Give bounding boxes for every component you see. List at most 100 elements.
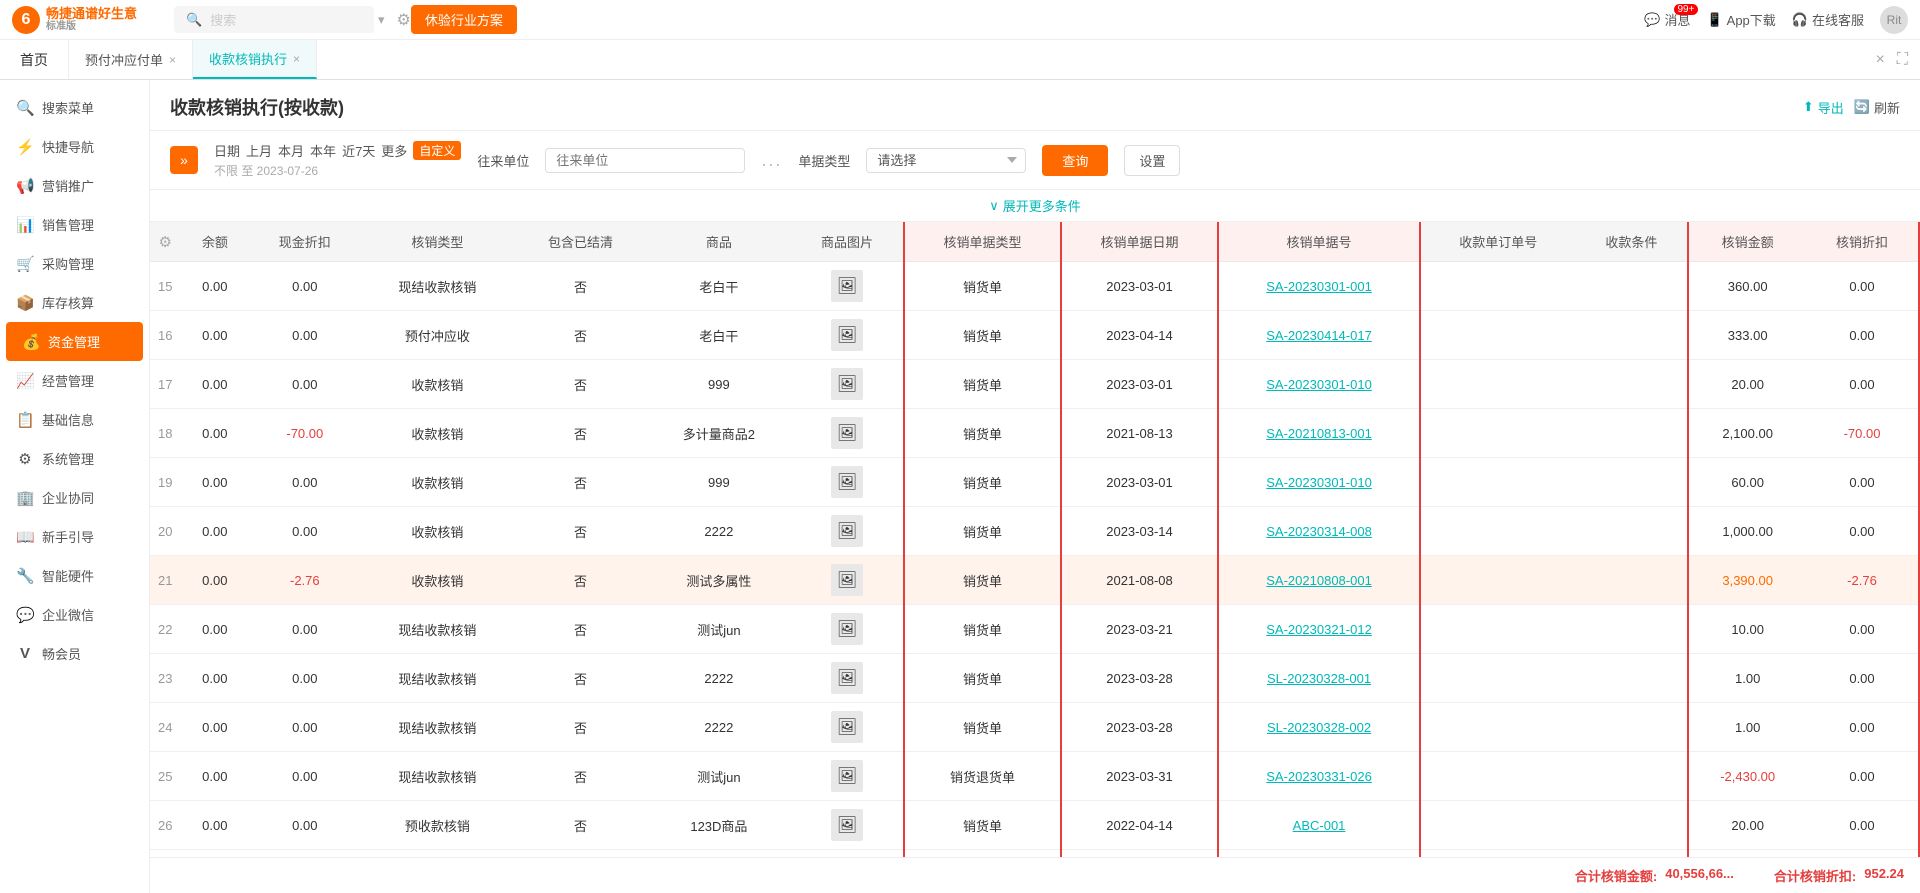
cell-doc-no[interactable]: SA-20230301-010 [1218, 458, 1420, 507]
cell-doc-no[interactable]: ABC-001 [1218, 801, 1420, 850]
sidebar-item-hardware[interactable]: 🔧 智能硬件 [0, 556, 149, 595]
cell-doc-no[interactable]: SA-20230301-001 [1218, 262, 1420, 311]
doc-no-link[interactable]: SL-20230328-002 [1267, 720, 1371, 735]
sidebar-item-purchase[interactable]: 🛒 采购管理 [0, 244, 149, 283]
sidebar-item-label: 搜索菜单 [42, 98, 94, 117]
tab-prepay-close[interactable]: × [169, 53, 176, 67]
sidebar-item-operations[interactable]: 📈 经营管理 [0, 361, 149, 400]
filter-expand-btn[interactable]: ∨ 展开更多条件 [983, 190, 1087, 221]
cell-doc-no[interactable]: SL-20230408-001 [1218, 850, 1420, 858]
column-settings-icon[interactable]: ⚙ [159, 234, 172, 251]
doc-no-link[interactable]: SA-20210808-001 [1266, 573, 1372, 588]
date-btn-7days[interactable]: 近7天 [342, 141, 375, 160]
doc-no-link[interactable]: SA-20230301-010 [1266, 377, 1372, 392]
cell-doc-no[interactable]: SA-20230331-026 [1218, 752, 1420, 801]
cell-balance: 0.00 [180, 801, 249, 850]
cell-verify-type: 收款核销 [360, 458, 514, 507]
cell-doc-date: 2023-03-01 [1061, 458, 1218, 507]
table-row: 19 0.00 0.00 收款核销 否 999 🖼 销货单 2023-03-01… [150, 458, 1919, 507]
sidebar-item-marketing[interactable]: 📢 营销推广 [0, 166, 149, 205]
filter-bar: » 日期 上月 本月 本年 近7天 更多 自定义 不限 至 2023-07-26… [150, 131, 1920, 190]
industry-btn[interactable]: 休验行业方案 [411, 5, 517, 34]
doc-no-link[interactable]: SA-20230301-001 [1266, 279, 1372, 294]
cell-doc-no[interactable]: SL-20230328-001 [1218, 654, 1420, 703]
sidebar-item-label: 新手引导 [42, 527, 94, 546]
cell-goods-image: 🖼 [791, 262, 904, 311]
query-button[interactable]: 查询 [1042, 145, 1108, 176]
table-row: 27 0.00 0.00 现结收款核销 否 衣服00001 🖼 销货单 2023… [150, 850, 1919, 858]
date-btn-this-year[interactable]: 本年 [310, 141, 336, 160]
doc-no-link[interactable]: SL-20230328-001 [1267, 671, 1371, 686]
search-box[interactable]: 🔍 搜索 [174, 6, 374, 33]
close-window-icon[interactable]: × [1875, 51, 1884, 69]
cell-index: 26 [150, 801, 180, 850]
cell-goods-image: 🖼 [791, 409, 904, 458]
refresh-button[interactable]: 🔄 刷新 [1854, 98, 1900, 117]
maximize-icon[interactable]: ⛶ [1897, 51, 1908, 69]
doc-no-link[interactable]: SA-20230331-026 [1266, 769, 1372, 784]
cell-goods-image: 🖼 [791, 605, 904, 654]
tab-home[interactable]: 首页 [0, 40, 69, 79]
online-service-item[interactable]: 🎧 在线客服 [1792, 10, 1864, 29]
doc-no-link[interactable]: SA-20230414-017 [1266, 328, 1372, 343]
cell-doc-no[interactable]: SA-20210813-001 [1218, 409, 1420, 458]
sidebar-item-basic[interactable]: 📋 基础信息 [0, 400, 149, 439]
table-row: 25 0.00 0.00 现结收款核销 否 测试jun 🖼 销货退货单 2023… [150, 752, 1919, 801]
tab-prepay[interactable]: 预付冲应付单 × [69, 40, 193, 79]
cell-doc-no[interactable]: SL-20230328-002 [1218, 703, 1420, 752]
export-button[interactable]: ⬆ 导出 [1803, 98, 1844, 117]
message-item[interactable]: 💬 消息 99+ [1644, 10, 1690, 29]
system-icon: ⚙ [16, 450, 34, 468]
setting-button[interactable]: 设置 [1124, 145, 1180, 176]
sidebar-item-member[interactable]: V 畅会员 [0, 634, 149, 673]
tab-verify[interactable]: 收款核销执行 × [193, 40, 317, 79]
doc-no-link[interactable]: SA-20230301-010 [1266, 475, 1372, 490]
cell-doc-no[interactable]: SA-20230321-012 [1218, 605, 1420, 654]
footer-amount-value: 40,556,66... [1665, 866, 1734, 885]
date-btn-this-month[interactable]: 本月 [278, 141, 304, 160]
cell-goods-image: 🖼 [791, 360, 904, 409]
app-download-item[interactable]: 📱 App下载 [1706, 10, 1775, 29]
doc-no-link[interactable]: SA-20230314-008 [1266, 524, 1372, 539]
date-label: 日期 [214, 141, 240, 160]
cell-include-settled: 否 [514, 801, 647, 850]
sidebar-item-finance[interactable]: 💰 资金管理 [6, 322, 143, 361]
filter-toggle-btn[interactable]: » [170, 146, 198, 174]
sidebar-item-sales[interactable]: 📊 销售管理 [0, 205, 149, 244]
sidebar-item-guide[interactable]: 📖 新手引导 [0, 517, 149, 556]
cell-doc-no[interactable]: SA-20230414-017 [1218, 311, 1420, 360]
sidebar-item-search[interactable]: 🔍 搜索菜单 [0, 88, 149, 127]
sidebar-item-system[interactable]: ⚙ 系统管理 [0, 439, 149, 478]
doc-no-link[interactable]: SA-20230321-012 [1266, 622, 1372, 637]
cell-goods: 衣服00001 [647, 850, 791, 858]
doc-no-link[interactable]: ABC-001 [1293, 818, 1346, 833]
sidebar-item-quicknav[interactable]: ⚡ 快捷导航 [0, 127, 149, 166]
cell-doc-date: 2023-03-01 [1061, 262, 1218, 311]
cell-payment-terms [1575, 556, 1688, 605]
table-row: 26 0.00 0.00 预收款核销 否 123D商品 🖼 销货单 2022-0… [150, 801, 1919, 850]
cell-balance: 0.00 [180, 360, 249, 409]
th-goods-image: 商品图片 [791, 222, 904, 262]
logo-icon: 6 [12, 6, 40, 34]
cell-goods-image: 🖼 [791, 458, 904, 507]
from-unit-input[interactable] [545, 148, 745, 173]
date-btn-last-month[interactable]: 上月 [246, 141, 272, 160]
sidebar: 🔍 搜索菜单 ⚡ 快捷导航 📢 营销推广 📊 销售管理 🛒 采购管理 📦 库存核… [0, 80, 150, 893]
user-avatar[interactable]: Rit [1880, 6, 1908, 34]
doc-no-link[interactable]: SA-20210813-001 [1266, 426, 1372, 441]
cell-doc-no[interactable]: SA-20230314-008 [1218, 507, 1420, 556]
dropdown-icon[interactable]: ▾ [378, 12, 385, 28]
sidebar-item-inventory[interactable]: 📦 库存核算 [0, 283, 149, 322]
sidebar-item-collab[interactable]: 🏢 企业协同 [0, 478, 149, 517]
sidebar-item-weixin[interactable]: 💬 企业微信 [0, 595, 149, 634]
cell-doc-date: 2022-04-14 [1061, 801, 1218, 850]
date-btn-more[interactable]: 更多 [381, 141, 407, 160]
cell-doc-no[interactable]: SA-20210808-001 [1218, 556, 1420, 605]
cell-doc-no[interactable]: SA-20230301-010 [1218, 360, 1420, 409]
settings-icon[interactable]: ⚙ [397, 10, 411, 30]
cell-discount: 0.00 [1806, 654, 1919, 703]
th-doc-no: 核销单据号 [1218, 222, 1420, 262]
doc-type-select[interactable]: 请选择 [866, 148, 1026, 173]
date-btn-custom[interactable]: 自定义 [413, 141, 461, 160]
tab-verify-close[interactable]: × [293, 52, 300, 66]
